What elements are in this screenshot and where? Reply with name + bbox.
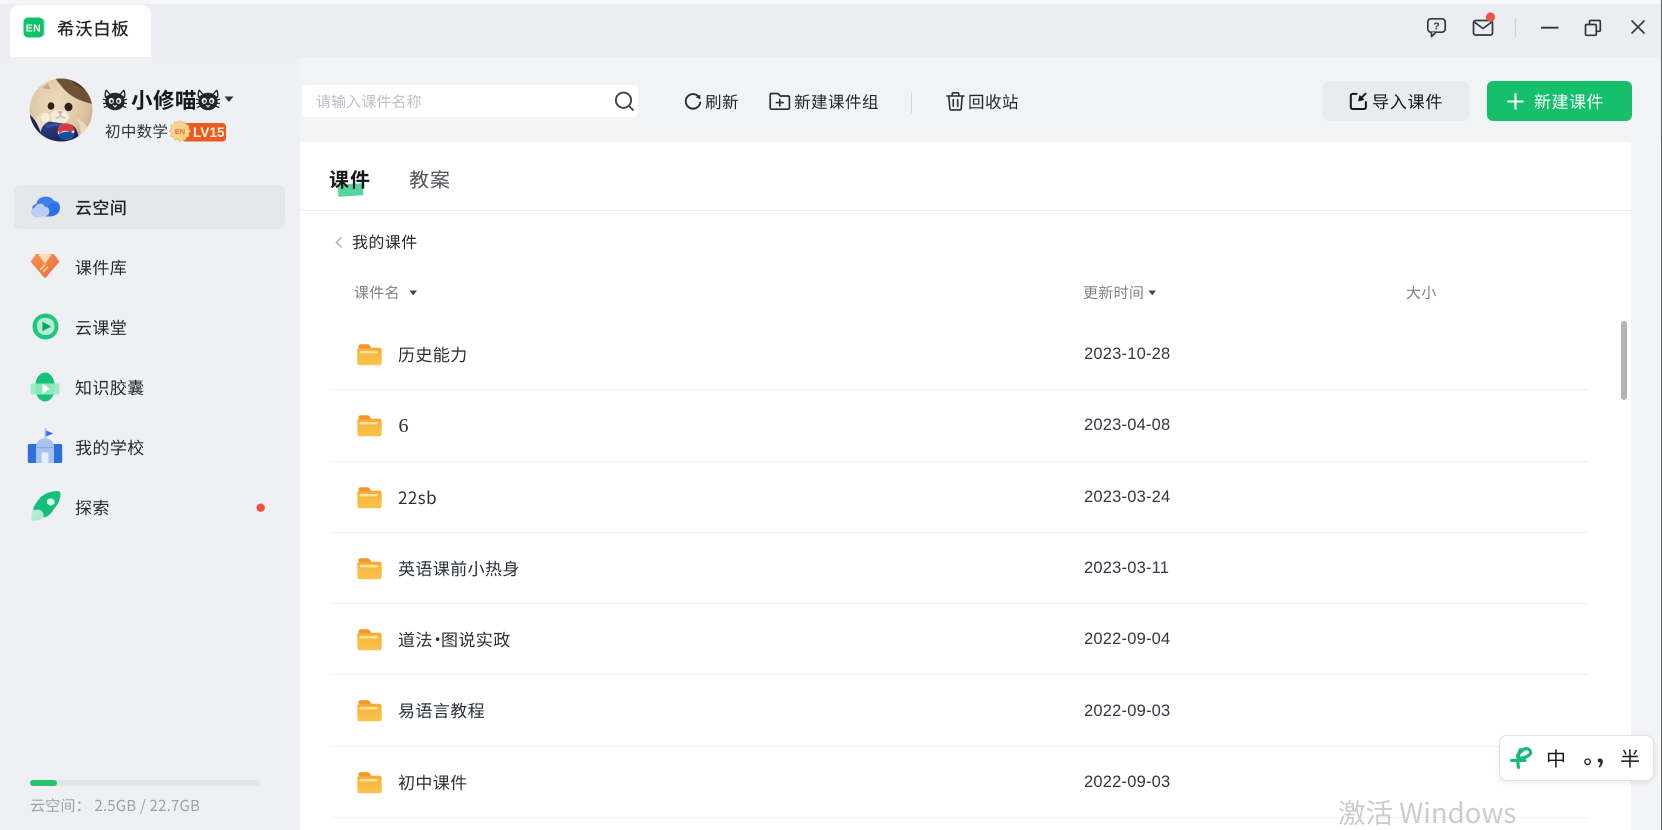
svg-text:EN: EN (26, 23, 41, 35)
svg-text:?: ? (1433, 21, 1439, 33)
svg-text:LV15: LV15 (193, 125, 225, 140)
svg-text:EN: EN (175, 127, 185, 136)
